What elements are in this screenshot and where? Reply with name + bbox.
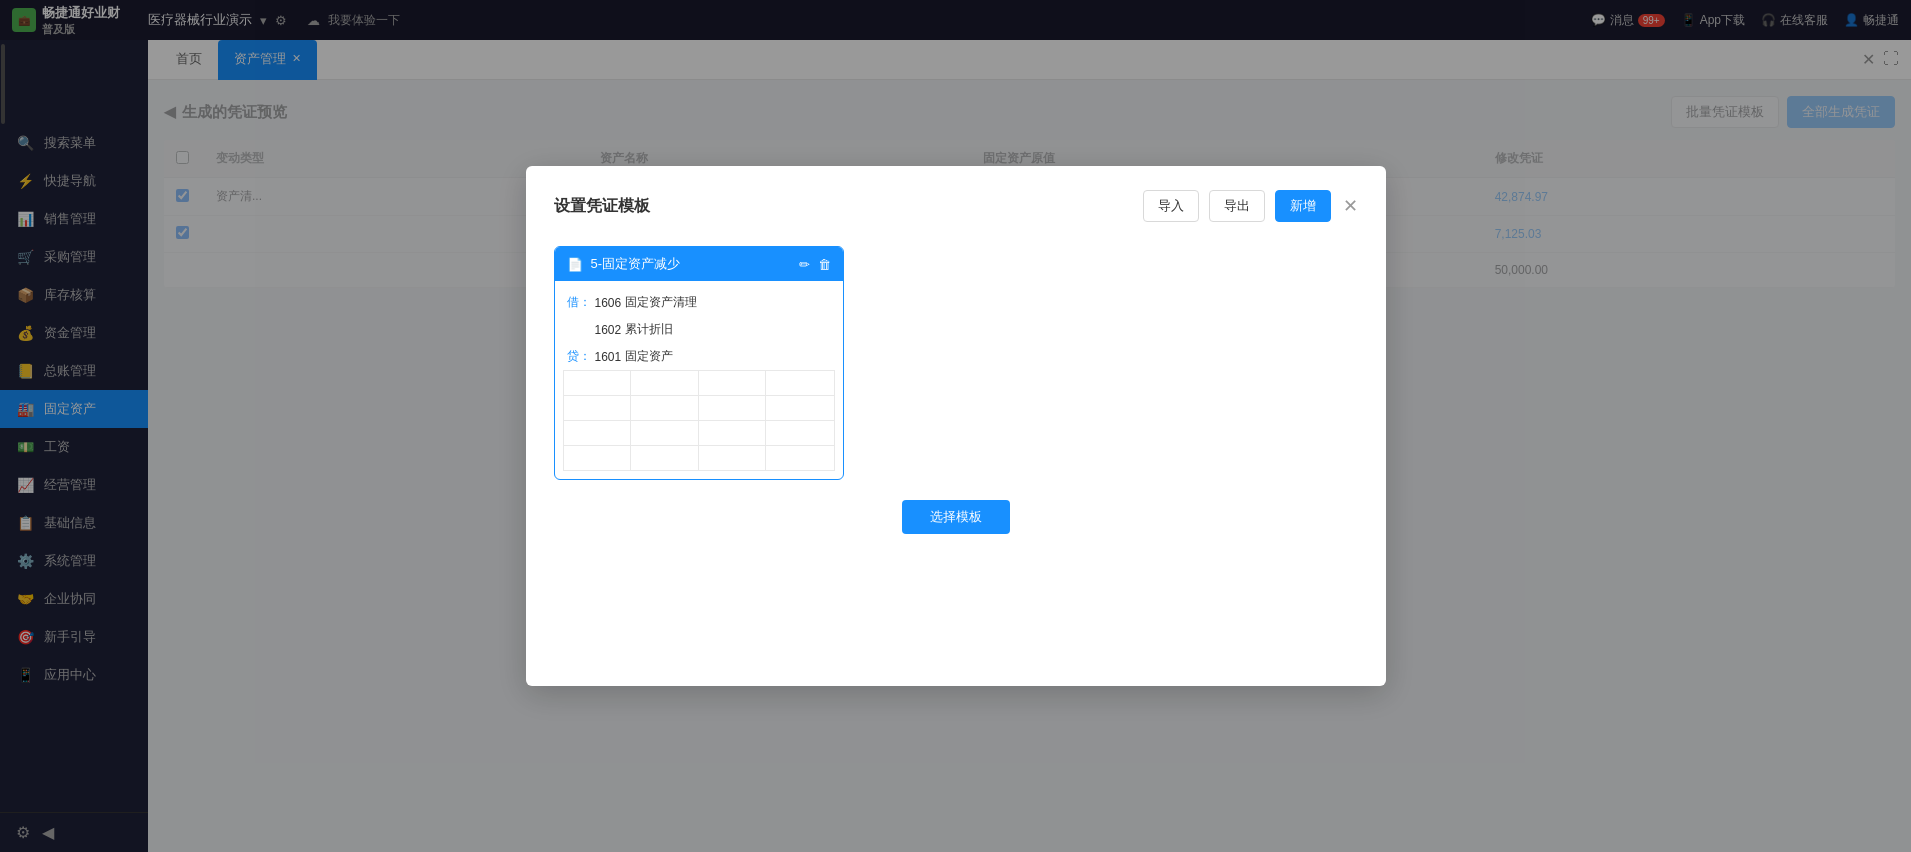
template-edit-icon[interactable]: ✏ [799, 257, 810, 272]
grid-cell [766, 371, 834, 395]
entry-name: 累计折旧 [625, 321, 673, 338]
modal-set-voucher-template: 设置凭证模板 导入 导出 新增 ✕ [526, 166, 1386, 686]
template-grid-row [564, 396, 834, 421]
modal-overlay: 设置凭证模板 导入 导出 新增 ✕ [148, 80, 1911, 852]
page-wrapper: ◀ 生成的凭证预览 批量凭证模板 全部生成凭证 [148, 80, 1911, 852]
modal-title: 设置凭证模板 [554, 196, 650, 217]
entry-side-debit: 借： [567, 294, 591, 311]
main-area: 🔍 搜索菜单 ⚡ 快捷导航 📊 销售管理 🛒 采购管理 📦 库存核算 [0, 40, 1911, 852]
template-card-body: 借： 1606 固定资产清理 1602 累计折旧 [555, 281, 843, 479]
modal-header: 设置凭证模板 导入 导出 新增 ✕ [554, 190, 1358, 222]
grid-cell [699, 371, 767, 395]
template-entry-row: 1602 累计折旧 [555, 316, 843, 343]
modal-body: 📄 5-固定资产减少 ✏ 🗑 [554, 246, 1358, 534]
template-grid [563, 370, 835, 471]
template-doc-icon: 📄 [567, 257, 583, 272]
export-btn[interactable]: 导出 [1209, 190, 1265, 222]
grid-cell [631, 396, 699, 420]
select-template-btn[interactable]: 选择模板 [902, 500, 1010, 534]
template-card-actions: ✏ 🗑 [799, 257, 831, 272]
entry-code: 1606 [595, 296, 622, 310]
template-name: 5-固定资产减少 [591, 255, 681, 273]
template-grid-row [564, 446, 834, 470]
grid-cell [766, 446, 834, 470]
modal-toolbar: 导入 导出 新增 [1143, 190, 1331, 222]
new-btn[interactable]: 新增 [1275, 190, 1331, 222]
entry-name: 固定资产 [625, 348, 673, 365]
template-card: 📄 5-固定资产减少 ✏ 🗑 [554, 246, 844, 480]
template-entry-row: 借： 1606 固定资产清理 [555, 289, 843, 316]
template-card-header: 📄 5-固定资产减少 ✏ 🗑 [555, 247, 843, 281]
select-template-wrap: 选择模板 [554, 500, 1358, 534]
grid-cell [699, 421, 767, 445]
grid-cell [631, 421, 699, 445]
entry-code: 1602 [595, 323, 622, 337]
content-area: 首页 资产管理 ✕ ✕ ⛶ ◀ 生成的凭证预览 [148, 40, 1911, 852]
import-btn[interactable]: 导入 [1143, 190, 1199, 222]
template-card-header-left: 📄 5-固定资产减少 [567, 255, 681, 273]
template-entry-row: 贷： 1601 固定资产 [555, 343, 843, 370]
grid-cell [699, 446, 767, 470]
modal-close-icon[interactable]: ✕ [1343, 195, 1358, 217]
grid-cell [564, 396, 632, 420]
app-container: 💼 畅捷通好业财 普及版 医疗器械行业演示 ▾ ⚙ ☁ 我要体验一下 💬 消息 … [0, 0, 1911, 852]
grid-cell [766, 421, 834, 445]
template-grid-row [564, 421, 834, 446]
entry-side-credit: 贷： [567, 348, 591, 365]
modal-header-right: 导入 导出 新增 ✕ [1143, 190, 1358, 222]
template-grid-row [564, 371, 834, 396]
grid-cell [564, 421, 632, 445]
grid-cell [766, 396, 834, 420]
grid-cell [564, 446, 632, 470]
grid-cell [631, 446, 699, 470]
grid-cell [699, 396, 767, 420]
grid-cell [564, 371, 632, 395]
grid-cell [631, 371, 699, 395]
entry-name: 固定资产清理 [625, 294, 697, 311]
template-delete-icon[interactable]: 🗑 [818, 257, 831, 272]
entry-code: 1601 [595, 350, 622, 364]
